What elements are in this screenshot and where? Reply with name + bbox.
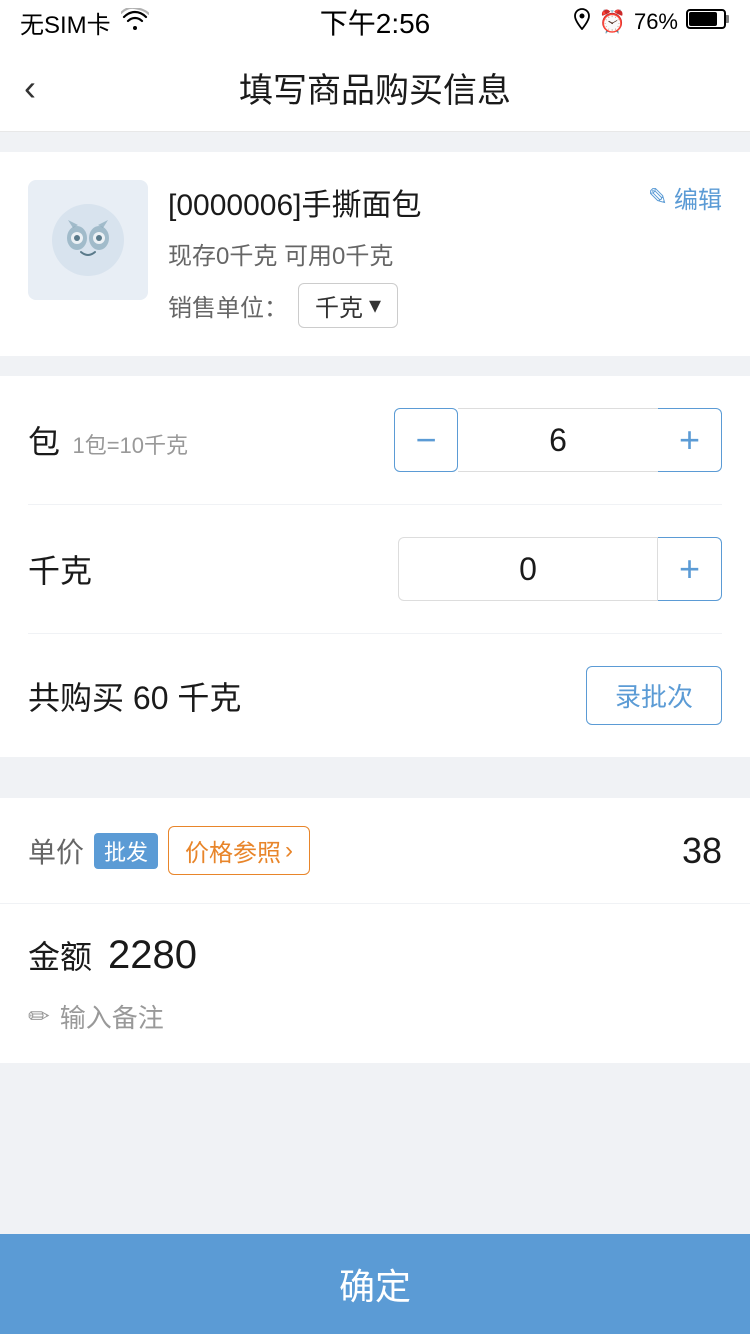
divider-1 [0,356,750,376]
pack-label: 包 [28,424,60,460]
note-placeholder: 输入备注 [60,998,164,1035]
amount-label: 金额 [28,932,92,978]
nav-title: 填写商品购买信息 [239,63,511,112]
unit-dropdown[interactable]: 千克 ▾ [298,283,398,328]
price-tag: 批发 [94,833,158,869]
price-section: 单价 批发 价格参照 › 38 [0,798,750,904]
product-stock: 现存0千克 可用0千克 [168,236,722,271]
nav-bar: ‹ 填写商品购买信息 [0,44,750,132]
unit-label: 销售单位： [168,288,288,323]
amount-section: 金额 2280 ✏ 输入备注 [0,904,750,1063]
pack-input-row: 包 1包=10千克 − + [28,376,722,505]
status-bar: 无SIM卡 下午2:56 ⏰ 76% [0,0,750,44]
product-card: [0000006]手撕面包 现存0千克 可用0千克 销售单位： 千克 ▾ ✎ 编… [0,152,750,356]
location-icon [573,8,591,36]
price-label-group: 单价 批发 价格参照 › [28,826,310,875]
product-unit-row: 销售单位： 千克 ▾ [168,283,722,328]
confirm-button[interactable]: 确定 [0,1234,750,1334]
price-row: 单价 批发 价格参照 › 38 [0,798,750,904]
carrier-text: 无SIM卡 [20,5,111,40]
pack-label-group: 包 1包=10千克 [28,417,188,463]
total-label: 共购买 60 千克 [28,673,241,719]
price-ref-button[interactable]: 价格参照 › [168,826,310,875]
pack-minus-button[interactable]: − [394,408,458,472]
unit-value: 千克 [315,288,363,323]
wifi-icon [121,8,149,37]
price-label: 单价 [28,831,84,871]
product-name: [0000006]手撕面包 [168,180,722,224]
pack-sub: 1包=10千克 [72,433,188,458]
product-image [28,180,148,300]
edit-icon: ✎ [648,183,668,212]
edit-button[interactable]: ✎ 编辑 [648,180,722,215]
divider-2 [0,758,750,778]
amount-row: 金额 2280 [28,932,722,978]
price-ref-label: 价格参照 [185,833,281,868]
amount-value: 2280 [108,933,197,978]
kg-input[interactable] [398,537,658,601]
batch-button[interactable]: 录批次 [586,666,722,725]
pack-stepper: − + [394,408,722,472]
status-time: 下午2:56 [320,2,431,42]
battery-percent: 76% [634,9,678,35]
alarm-icon: ⏰ [599,9,626,35]
kg-stepper: + [398,537,722,601]
product-info: [0000006]手撕面包 现存0千克 可用0千克 销售单位： 千克 ▾ [168,180,722,328]
pack-plus-button[interactable]: + [658,408,722,472]
status-left: 无SIM卡 [20,5,149,40]
back-button[interactable]: ‹ [24,67,36,109]
spacer [0,1063,750,1234]
total-row: 共购买 60 千克 录批次 [0,634,750,758]
price-value: 38 [682,830,722,872]
price-ref-arrow-icon: › [285,837,293,865]
dropdown-arrow-icon: ▾ [369,291,381,320]
kg-label: 千克 [28,546,92,592]
pack-input[interactable] [458,408,658,472]
status-right: ⏰ 76% [573,8,730,36]
note-row[interactable]: ✏ 输入备注 [28,998,722,1035]
input-section: 包 1包=10千克 − + 千克 + [0,376,750,634]
kg-plus-button[interactable]: + [658,537,722,601]
battery-icon [686,8,730,36]
kg-input-row: 千克 + [28,505,722,634]
note-icon: ✏ [28,1001,50,1032]
edit-label: 编辑 [674,180,722,215]
